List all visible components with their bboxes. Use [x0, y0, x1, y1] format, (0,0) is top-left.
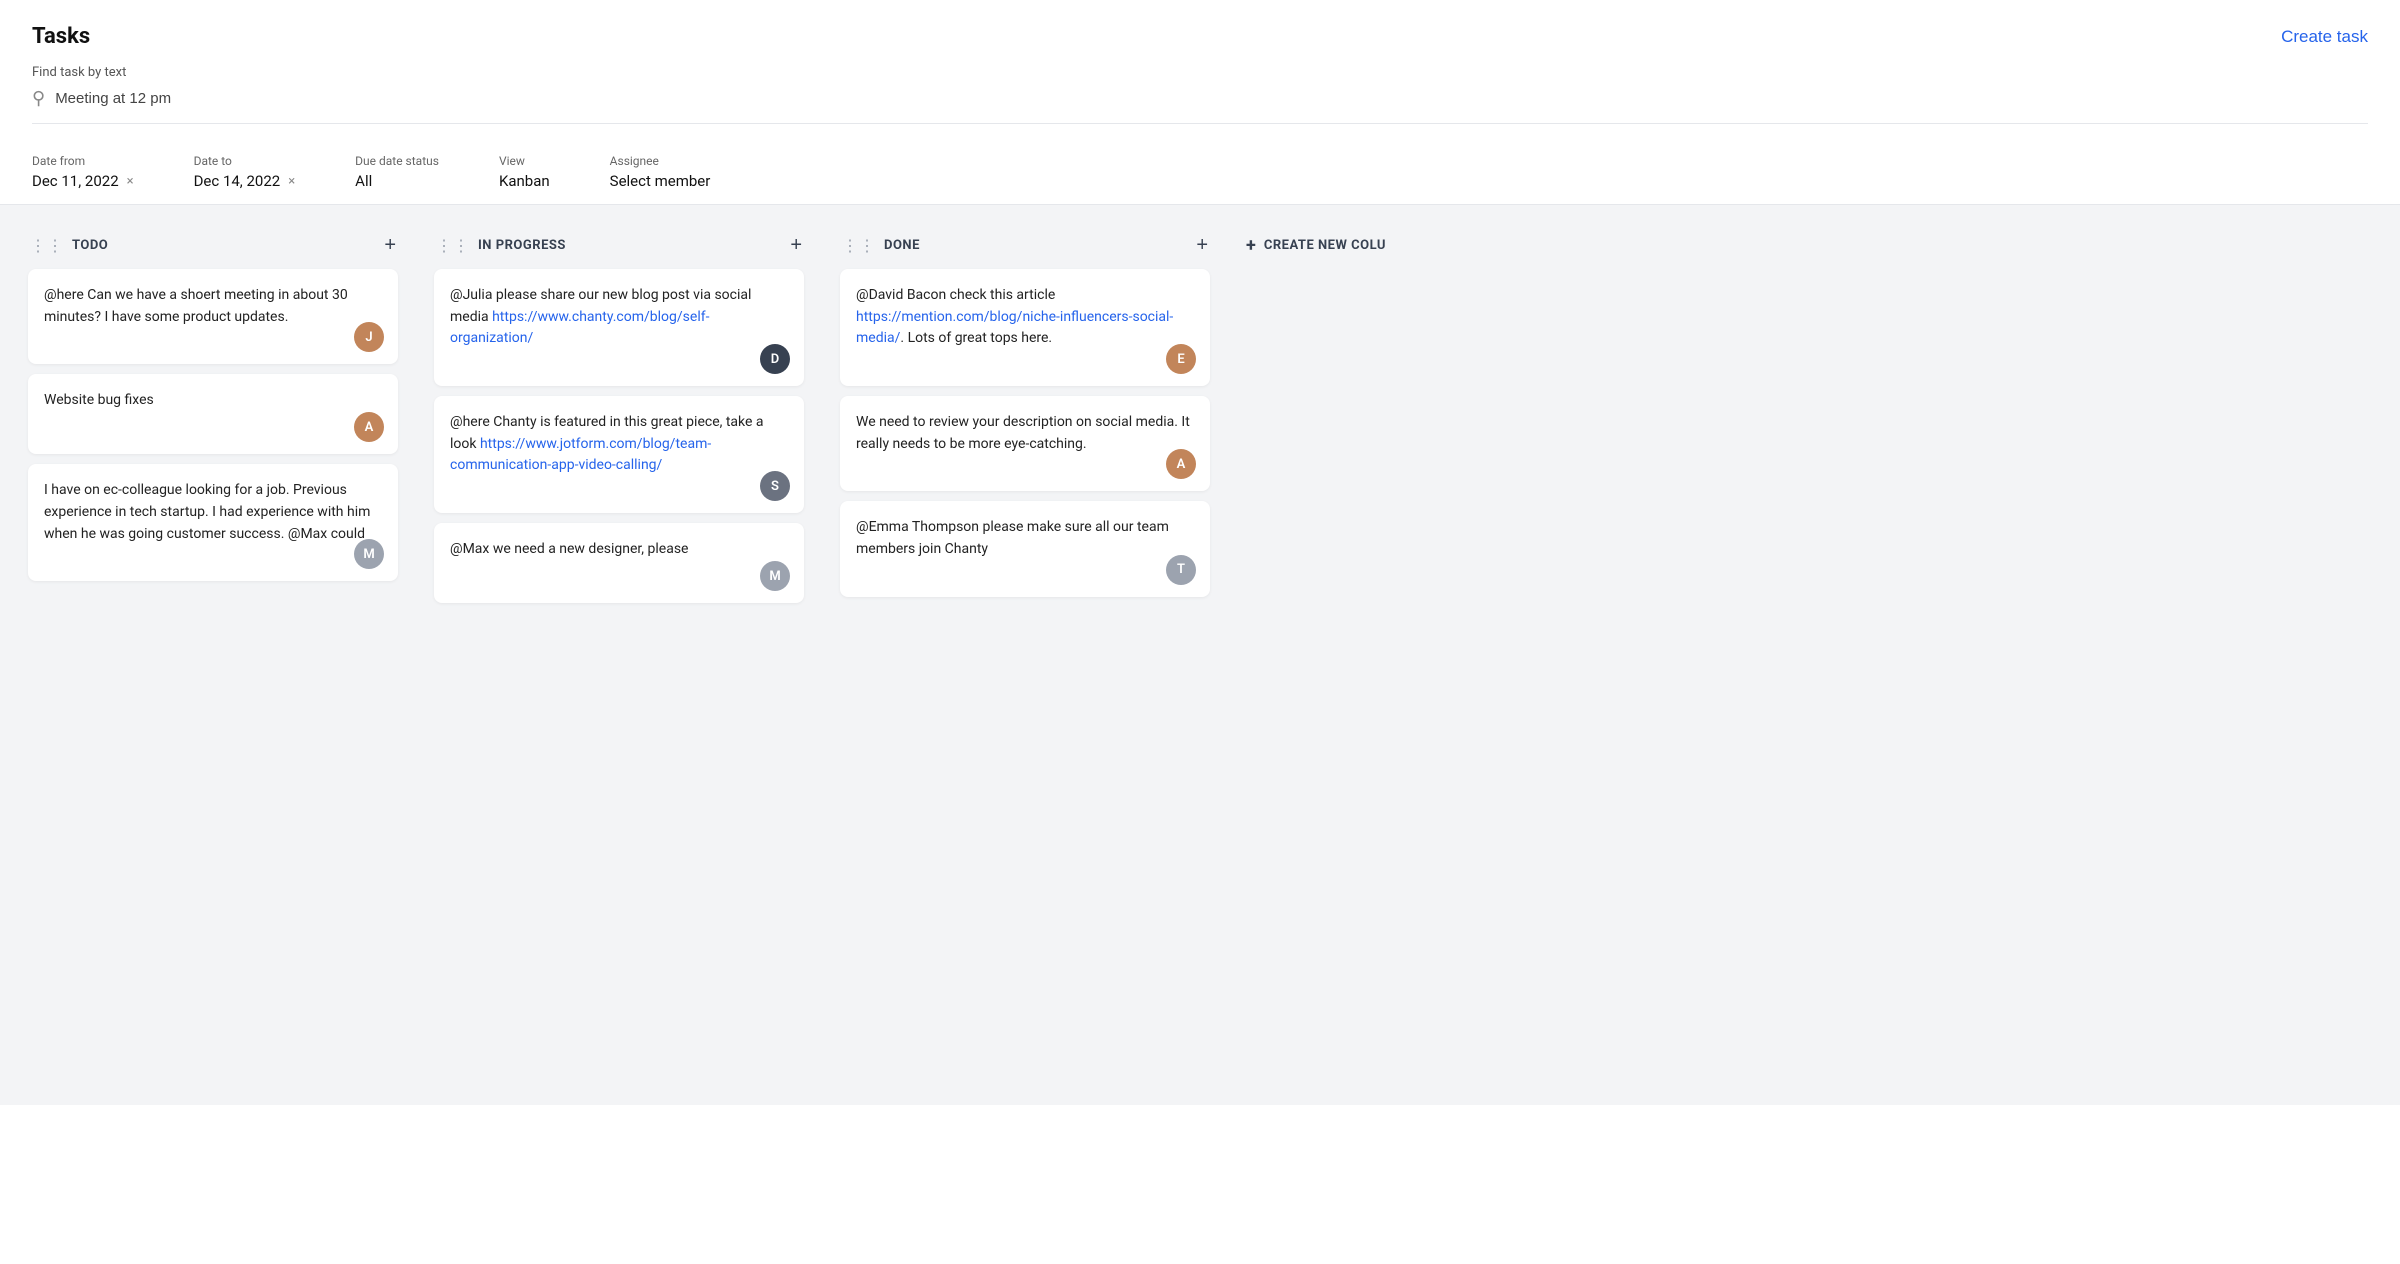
column-header-inprogress: ⋮⋮ IN PROGRESS + [434, 235, 804, 255]
filter-assignee: Assignee Select member [610, 154, 711, 190]
task-card-text: @Julia please share our new blog post vi… [450, 285, 788, 350]
avatar: T [1166, 555, 1196, 585]
new-column-label: CREATE NEW COLU [1264, 238, 1386, 253]
column-title-done: DONE [884, 238, 920, 253]
task-link[interactable]: https://mention.com/blog/niche-influence… [856, 309, 1173, 347]
task-card-text: @here Can we have a shoert meeting in ab… [44, 285, 382, 328]
filter-date-from: Date from Dec 11, 2022 × [32, 154, 134, 190]
kanban-board: ⋮⋮ TODO + @here Can we have a shoert meetin… [0, 205, 2400, 1105]
add-card-button-todo[interactable]: + [384, 235, 396, 255]
task-card[interactable]: @Max we need a new designer, pleaseM [434, 523, 804, 603]
date-to-clear[interactable]: × [288, 175, 295, 188]
task-card-text: @Emma Thompson please make sure all our … [856, 517, 1194, 560]
date-to-label: Date to [194, 154, 296, 168]
avatar: J [354, 322, 384, 352]
task-card-text: Website bug fixes [44, 390, 382, 412]
filter-due-date-status: Due date status All [355, 154, 439, 190]
view-label: View [499, 154, 550, 168]
task-card[interactable]: I have on ec-colleague looking for a job… [28, 464, 398, 581]
task-link[interactable]: https://www.chanty.com/blog/self-organiz… [450, 309, 709, 347]
create-task-button[interactable]: Create task [2281, 27, 2368, 47]
task-card-text: I have on ec-colleague looking for a job… [44, 480, 382, 545]
task-card[interactable]: @here Chanty is featured in this great p… [434, 396, 804, 513]
avatar: A [354, 412, 384, 442]
assignee-label: Assignee [610, 154, 711, 168]
column-header-done: ⋮⋮ DONE + [840, 235, 1210, 255]
view-value[interactable]: Kanban [499, 172, 550, 190]
avatar: A [1166, 449, 1196, 479]
due-date-status-value[interactable]: All [355, 172, 439, 190]
task-card-text: We need to review your description on so… [856, 412, 1194, 455]
column-title-inprogress: IN PROGRESS [478, 238, 566, 253]
task-card-text: @David Bacon check this article https://… [856, 285, 1194, 350]
date-from-clear[interactable]: × [127, 175, 134, 188]
task-card[interactable]: Website bug fixesA [28, 374, 398, 454]
column-header-todo: ⋮⋮ TODO + [28, 235, 398, 255]
create-new-column-button[interactable]: + CREATE NEW COLU [1236, 223, 1396, 268]
avatar: M [354, 539, 384, 569]
drag-handle-icon: ⋮⋮ [842, 236, 876, 255]
assignee-value[interactable]: Select member [610, 172, 711, 190]
filter-date-to: Date to Dec 14, 2022 × [194, 154, 296, 190]
column-title-todo: TODO [72, 238, 108, 253]
drag-handle-icon: ⋮⋮ [30, 236, 64, 255]
task-card[interactable]: @Emma Thompson please make sure all our … [840, 501, 1210, 596]
task-card-text: @Max we need a new designer, please [450, 539, 788, 561]
task-card[interactable]: @David Bacon check this article https://… [840, 269, 1210, 386]
add-card-button-inprogress[interactable]: + [790, 235, 802, 255]
search-input[interactable] [55, 90, 455, 107]
kanban-column-inprogress: ⋮⋮ IN PROGRESS + @Julia please share our ne… [424, 223, 814, 625]
task-card[interactable]: @Julia please share our new blog post vi… [434, 269, 804, 386]
page-title: Tasks [32, 24, 90, 49]
avatar: S [760, 471, 790, 501]
avatar: M [760, 561, 790, 591]
avatar: E [1166, 344, 1196, 374]
date-from-label: Date from [32, 154, 134, 168]
filters-bar: Date from Dec 11, 2022 × Date to Dec 14,… [0, 140, 2400, 205]
date-to-value[interactable]: Dec 14, 2022 × [194, 172, 296, 190]
search-label: Find task by text [32, 65, 2368, 80]
filter-view: View Kanban [499, 154, 550, 190]
search-section: Find task by text ⚲ [0, 57, 2400, 140]
search-icon: ⚲ [32, 88, 45, 109]
task-card[interactable]: @here Can we have a shoert meeting in ab… [28, 269, 398, 364]
add-card-button-done[interactable]: + [1196, 235, 1208, 255]
avatar: D [760, 344, 790, 374]
date-from-value[interactable]: Dec 11, 2022 × [32, 172, 134, 190]
task-card[interactable]: We need to review your description on so… [840, 396, 1210, 491]
task-card-text: @here Chanty is featured in this great p… [450, 412, 788, 477]
drag-handle-icon: ⋮⋮ [436, 236, 470, 255]
search-bar: ⚲ [32, 88, 2368, 124]
due-date-status-label: Due date status [355, 154, 439, 168]
kanban-column-done: ⋮⋮ DONE + @David Bacon check this article h… [830, 223, 1220, 619]
task-link[interactable]: https://www.jotform.com/blog/team-commun… [450, 436, 711, 474]
plus-icon: + [1246, 235, 1256, 256]
page-header: Tasks Create task [0, 0, 2400, 57]
kanban-column-todo: ⋮⋮ TODO + @here Can we have a shoert meetin… [18, 223, 408, 603]
